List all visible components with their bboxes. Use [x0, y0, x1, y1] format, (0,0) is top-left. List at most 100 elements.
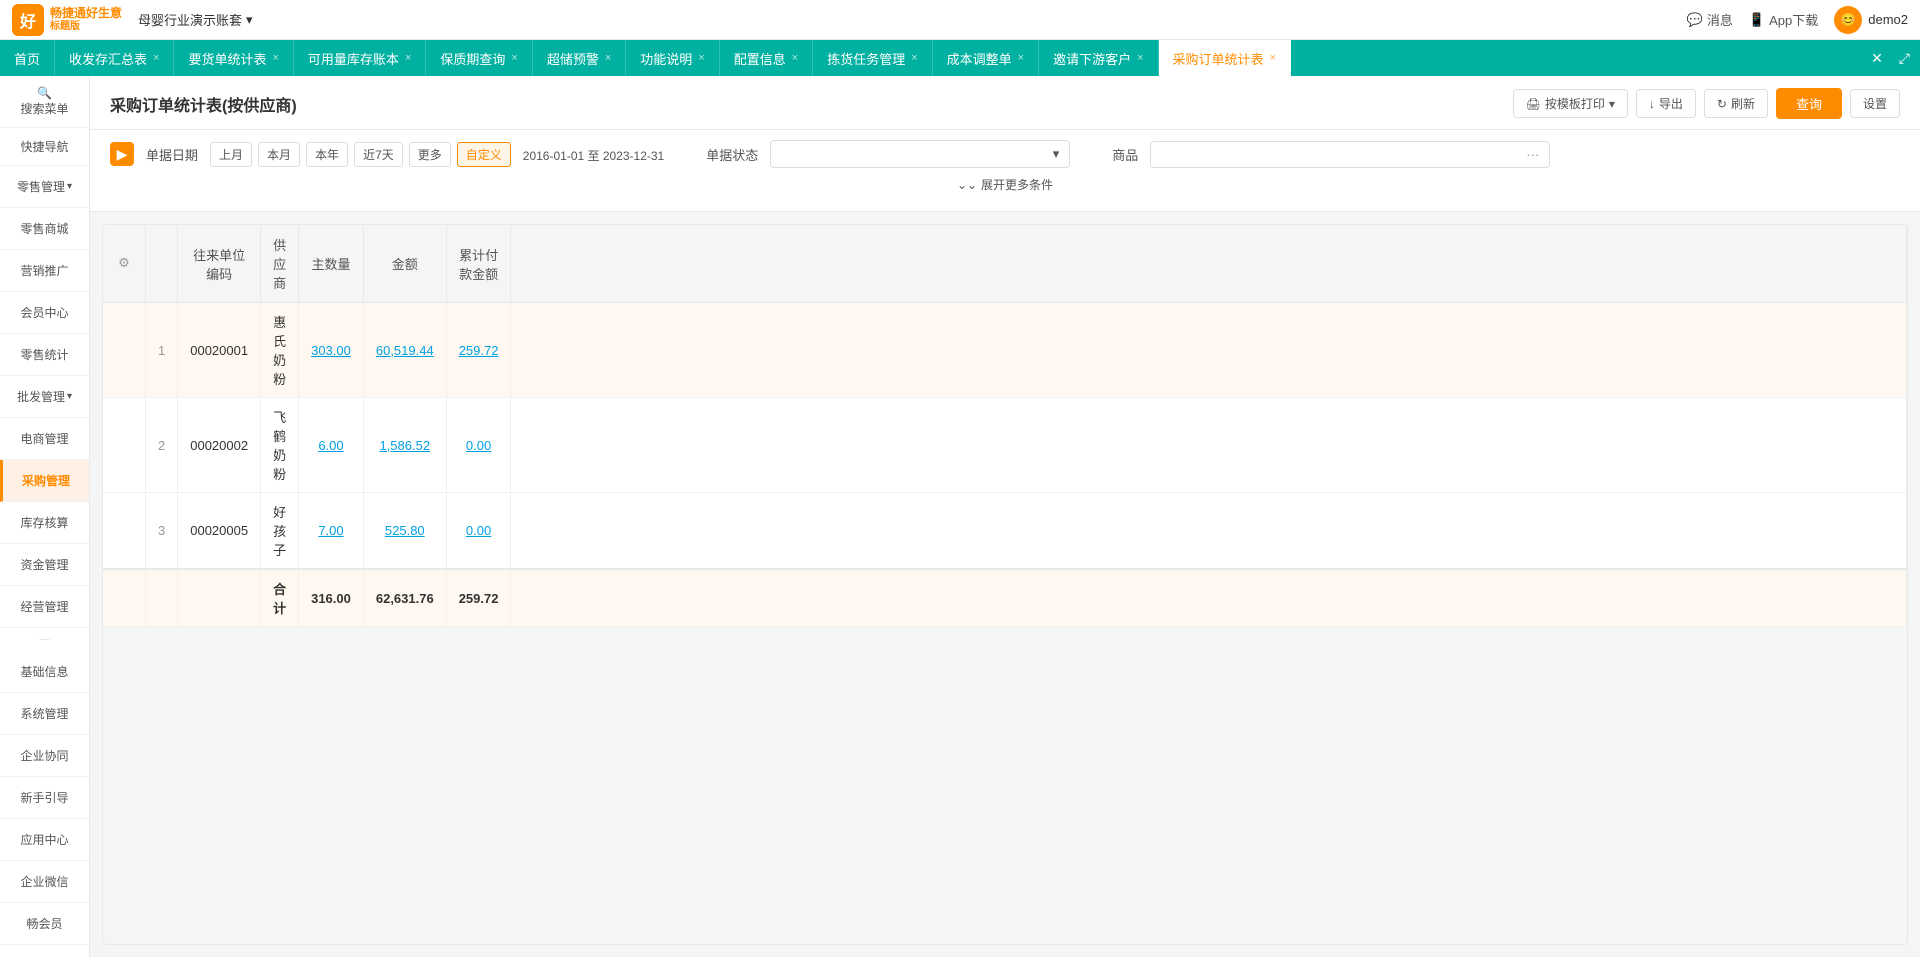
- expand-more-row: ⌄⌄ 展开更多条件: [110, 168, 1900, 201]
- td-supplier-name: 好孩子: [261, 493, 299, 570]
- close-icon[interactable]: ×: [511, 52, 517, 64]
- sidebar-search[interactable]: 🔍 搜索菜单: [0, 76, 89, 128]
- date-btn-this-month[interactable]: 本月: [258, 142, 300, 167]
- message-action[interactable]: 💬 消息: [1687, 10, 1733, 29]
- date-btn-this-year[interactable]: 本年: [306, 142, 348, 167]
- content-area: 采购订单统计表(按供应商) 🖨 按模板打印 ▾ ↓ 导出 ↻ 刷新: [90, 76, 1920, 957]
- query-button[interactable]: 查询: [1776, 88, 1842, 119]
- search-icon: 🔍: [37, 86, 52, 100]
- export-icon: ↓: [1649, 97, 1655, 111]
- template-print-button[interactable]: 🖨 按模板打印 ▾: [1513, 89, 1628, 118]
- sidebar-item-retail-mgmt[interactable]: 零售管理 ▾: [0, 166, 89, 208]
- app-download-action[interactable]: 📱 App下载: [1749, 10, 1818, 29]
- sidebar-item-marketing[interactable]: 营销推广: [0, 250, 89, 292]
- close-icon[interactable]: ×: [272, 52, 278, 64]
- td-index: 2: [146, 398, 178, 493]
- sidebar-item-basic-info[interactable]: 基础信息: [0, 651, 89, 693]
- tab-goods-stats[interactable]: 要货单统计表 ×: [174, 40, 293, 76]
- date-btn-custom[interactable]: 自定义: [457, 142, 511, 167]
- td-main-qty[interactable]: 303.00: [299, 303, 364, 398]
- td-main-qty[interactable]: 7.00: [299, 493, 364, 570]
- td-amount[interactable]: 525.80: [363, 493, 446, 570]
- close-icon[interactable]: ×: [698, 52, 704, 64]
- tab-pick-task[interactable]: 拣货任务管理 ×: [813, 40, 932, 76]
- refresh-button[interactable]: ↻ 刷新: [1704, 89, 1768, 118]
- user-area[interactable]: 😊 demo2: [1834, 6, 1908, 34]
- tab-purchase-stats[interactable]: 采购订单统计表 ×: [1159, 40, 1291, 76]
- date-filter-label: 单据日期: [146, 145, 198, 164]
- td-paid-amount[interactable]: 0.00: [446, 398, 511, 493]
- close-icon[interactable]: ×: [1018, 52, 1024, 64]
- date-btn-7days[interactable]: 近7天: [354, 142, 403, 167]
- top-bar-right: 💬 消息 📱 App下载 😊 demo2: [1687, 6, 1908, 34]
- sidebar-item-new-guide[interactable]: 新手引导: [0, 777, 89, 819]
- sidebar-divider: —: [0, 628, 89, 651]
- close-icon[interactable]: ×: [1137, 52, 1143, 64]
- td-settings: [103, 398, 146, 493]
- tab-home[interactable]: 首页: [0, 40, 55, 76]
- close-icon[interactable]: ×: [153, 52, 159, 64]
- sidebar: 🔍 搜索菜单 快捷导航 零售管理 ▾ 零售商城 营销推广 会员中心 零售统计 批…: [0, 76, 90, 957]
- expand-more-button[interactable]: ⌄⌄ 展开更多条件: [110, 176, 1900, 193]
- sidebar-item-privilege-member[interactable]: 畅会员: [0, 903, 89, 945]
- td-amount[interactable]: 1,586.52: [363, 398, 446, 493]
- th-index: [146, 225, 178, 303]
- table-row: 3 00020005 好孩子 7.00 525.80 0.00: [103, 493, 1907, 570]
- sidebar-item-enterprise-wechat[interactable]: 企业微信: [0, 861, 89, 903]
- sidebar-item-purchase-mgmt[interactable]: 采购管理: [0, 460, 89, 502]
- sidebar-item-ecommerce-mgmt[interactable]: 电商管理: [0, 418, 89, 460]
- tab-invite-customer[interactable]: 邀请下游客户 ×: [1039, 40, 1158, 76]
- settings-button[interactable]: 设置: [1850, 89, 1900, 118]
- tf-paid-amount: 259.72: [446, 569, 511, 627]
- goods-filter-input[interactable]: ···: [1150, 141, 1550, 168]
- table-wrapper: ⚙ 往来单位编码 供应商 主数量 金额 累计付款金额: [102, 224, 1908, 945]
- sidebar-item-enterprise-collab[interactable]: 企业协同: [0, 735, 89, 777]
- close-icon[interactable]: ×: [1270, 52, 1276, 64]
- more-icon: ···: [1526, 147, 1539, 162]
- tab-cost-adjust[interactable]: 成本调整单 ×: [933, 40, 1039, 76]
- restore-tab-btn[interactable]: ⤢: [1893, 48, 1916, 69]
- sidebar-item-system-mgmt[interactable]: 系统管理: [0, 693, 89, 735]
- status-filter-select[interactable]: ▾: [770, 140, 1070, 168]
- tab-overstock-warning[interactable]: 超储预警 ×: [533, 40, 626, 76]
- date-btn-more[interactable]: 更多: [409, 142, 451, 167]
- table-row: 1 00020001 惠氏奶粉 303.00 60,519.44 259.72: [103, 303, 1907, 398]
- td-main-qty[interactable]: 6.00: [299, 398, 364, 493]
- th-supplier-name: 供应商: [261, 225, 299, 303]
- logo-area: 好 畅捷通好生意 标题版: [12, 4, 122, 36]
- sidebar-item-business-mgmt[interactable]: 经营管理: [0, 586, 89, 628]
- print-icon: 🖨: [1526, 97, 1541, 111]
- td-paid-amount[interactable]: 0.00: [446, 493, 511, 570]
- tab-collect-pay[interactable]: 收发存汇总表 ×: [55, 40, 174, 76]
- close-icon[interactable]: ×: [605, 52, 611, 64]
- export-button[interactable]: ↓ 导出: [1636, 89, 1696, 118]
- sidebar-item-inventory-check[interactable]: 库存核算: [0, 502, 89, 544]
- close-icon[interactable]: ×: [792, 52, 798, 64]
- tab-config-info[interactable]: 配置信息 ×: [720, 40, 813, 76]
- tab-expiry-query[interactable]: 保质期查询 ×: [426, 40, 532, 76]
- sidebar-item-wholesale-mgmt[interactable]: 批发管理 ▾: [0, 376, 89, 418]
- workspace-selector[interactable]: 母婴行业演示账套 ▾: [130, 6, 261, 33]
- close-icon[interactable]: ×: [911, 52, 917, 64]
- sidebar-item-app-center[interactable]: 应用中心: [0, 819, 89, 861]
- filter-area: ▶ 单据日期 上月 本月 本年 近7天 更多 自定义 2016-01-01 至 …: [90, 130, 1920, 212]
- table-footer-row: 合计 316.00 62,631.76 259.72: [103, 569, 1907, 627]
- tf-settings: [103, 569, 146, 627]
- column-settings-icon[interactable]: ⚙: [115, 255, 133, 273]
- sidebar-item-finance-mgmt[interactable]: 资金管理: [0, 544, 89, 586]
- table-row: 2 00020002 飞鹤奶粉 6.00 1,586.52 0.00: [103, 398, 1907, 493]
- td-paid-amount[interactable]: 259.72: [446, 303, 511, 398]
- filter-toggle-button[interactable]: ▶: [110, 142, 134, 166]
- tab-func-desc[interactable]: 功能说明 ×: [626, 40, 719, 76]
- tab-inventory-ledger[interactable]: 可用量库存账本 ×: [294, 40, 426, 76]
- sidebar-item-retail-shop[interactable]: 零售商城: [0, 208, 89, 250]
- close-icon[interactable]: ×: [405, 52, 411, 64]
- td-amount[interactable]: 60,519.44: [363, 303, 446, 398]
- date-btn-last-month[interactable]: 上月: [210, 142, 252, 167]
- close-tab-btn[interactable]: ✕: [1865, 48, 1889, 69]
- sidebar-item-member-center[interactable]: 会员中心: [0, 292, 89, 334]
- tf-empty: [511, 569, 1907, 627]
- table-header-row: ⚙ 往来单位编码 供应商 主数量 金额 累计付款金额: [103, 225, 1907, 303]
- sidebar-item-retail-stats[interactable]: 零售统计: [0, 334, 89, 376]
- sidebar-quick-nav[interactable]: 快捷导航: [0, 128, 89, 166]
